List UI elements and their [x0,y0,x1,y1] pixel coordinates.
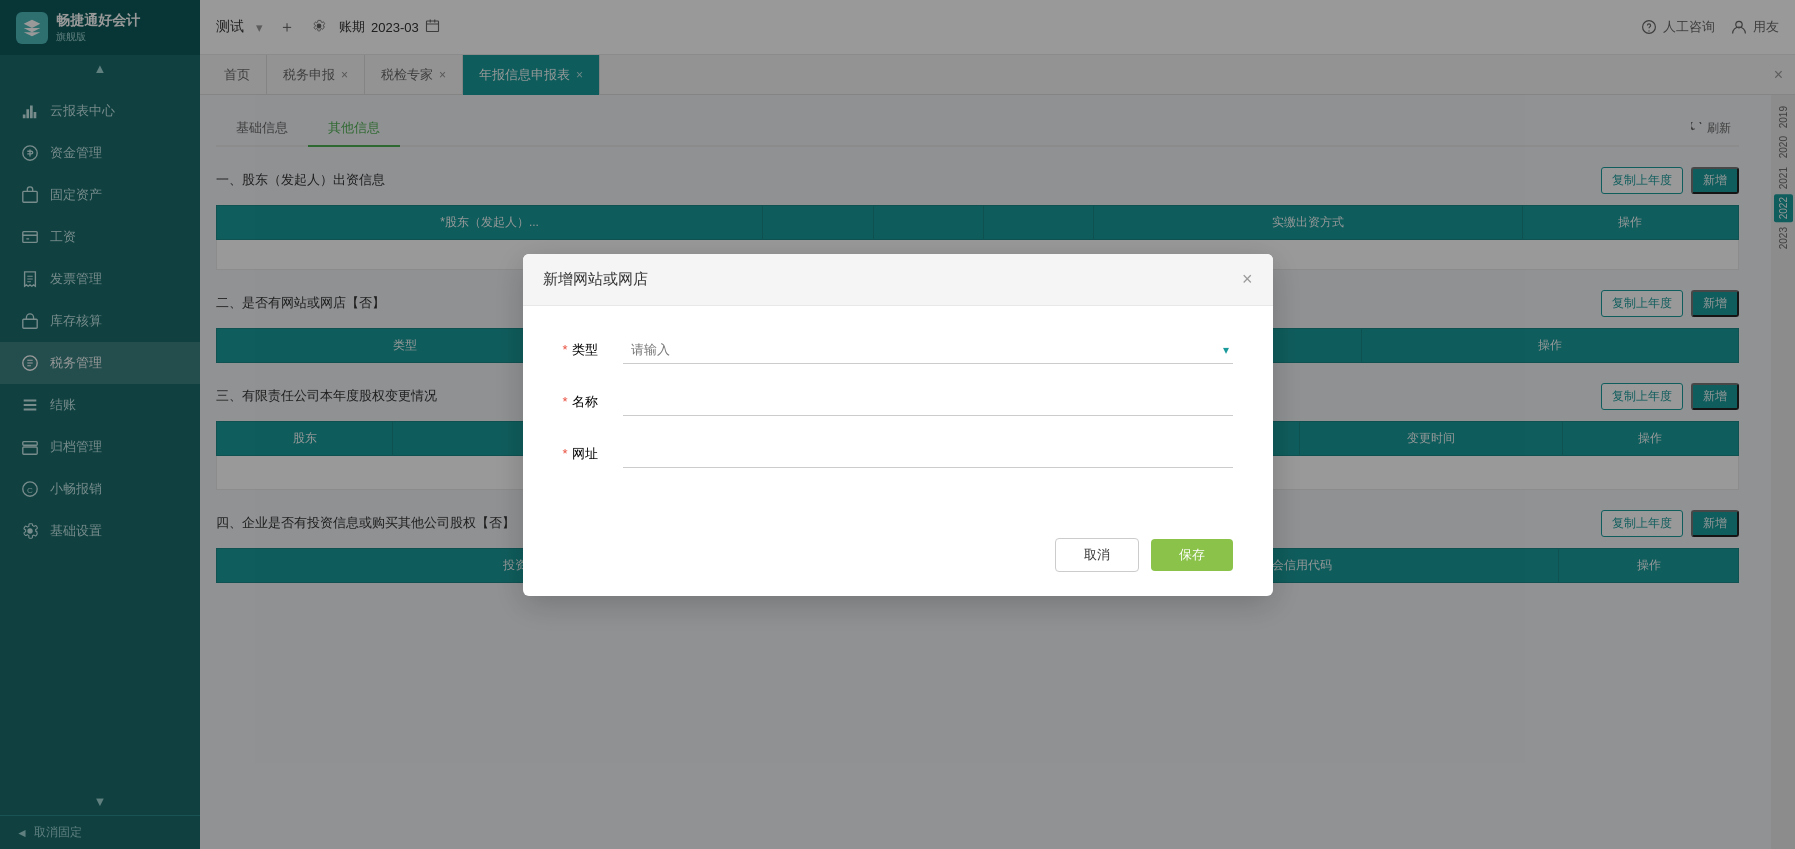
add-website-dialog: 新增网站或网店 × * 类型 ▾ [523,254,1273,596]
dialog-footer: 取消 保存 [523,522,1273,596]
dialog-close-button[interactable]: × [1242,270,1253,288]
dialog-header: 新增网站或网店 × [523,254,1273,306]
type-label-group: * 类型 [563,341,623,359]
name-row: * 名称 [563,388,1233,416]
url-label: 网址 [572,445,598,463]
type-label: 类型 [572,341,598,359]
form-field-type: * 类型 ▾ [563,336,1233,364]
name-label: 名称 [572,393,598,411]
dialog-body: * 类型 ▾ * 名称 [523,306,1273,522]
url-required-mark: * [563,446,568,461]
url-row: * 网址 [563,440,1233,468]
dialog-title: 新增网站或网店 [543,270,648,289]
url-label-group: * 网址 [563,445,623,463]
name-label-group: * 名称 [563,393,623,411]
type-required-mark: * [563,342,568,357]
name-input[interactable] [623,388,1233,416]
name-required-mark: * [563,394,568,409]
dialog-overlay: 新增网站或网店 × * 类型 ▾ [0,0,1795,849]
form-field-url: * 网址 [563,440,1233,468]
type-select-wrapper: ▾ [623,336,1233,364]
cancel-button[interactable]: 取消 [1055,538,1139,572]
url-input[interactable] [623,440,1233,468]
type-row: * 类型 ▾ [563,336,1233,364]
form-field-name: * 名称 [563,388,1233,416]
save-button[interactable]: 保存 [1151,539,1233,571]
type-input[interactable] [623,336,1233,364]
